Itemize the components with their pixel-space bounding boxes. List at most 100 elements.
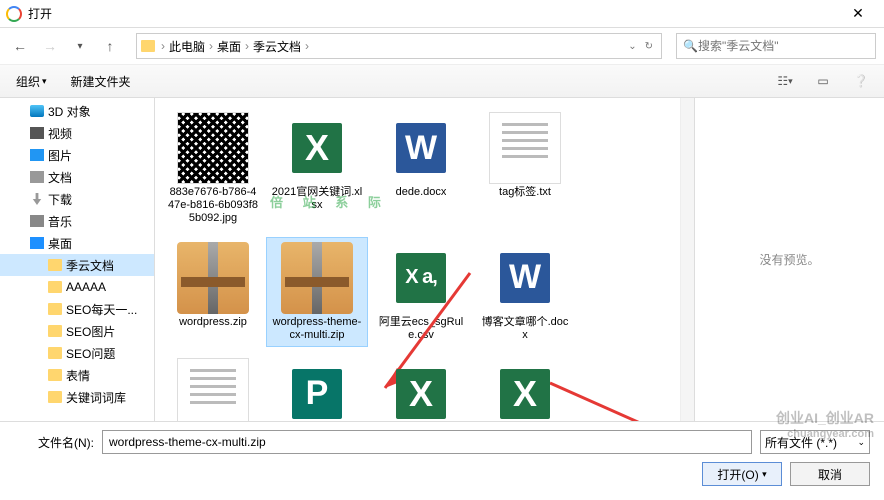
file-thumb [489, 358, 561, 421]
music-icon [30, 215, 44, 227]
sidebar-item[interactable]: 桌面 [0, 232, 154, 254]
sidebar-item-label: 音乐 [48, 213, 72, 230]
sidebar-item[interactable]: 视频 [0, 122, 154, 144]
sidebar-item-label: 季云文档 [66, 257, 114, 274]
sidebar-item[interactable]: 音乐 [0, 210, 154, 232]
file-thumb [281, 358, 353, 421]
file-item[interactable]: 出版物1.png [163, 354, 263, 421]
desktop-icon [30, 237, 44, 249]
file-name: dede.docx [396, 186, 447, 199]
breadcrumb-item[interactable]: 桌面 [215, 38, 243, 55]
view-options-button[interactable]: ☷ ▾ [772, 69, 798, 93]
sidebar-item-label: 图片 [48, 147, 72, 164]
breadcrumb[interactable]: › 此电脑 › 桌面 › 季云文档 › ⌄ ↻ [136, 33, 662, 59]
search-icon: 🔍 [683, 39, 698, 53]
sidebar-item-label: SEO每天一... [66, 301, 137, 318]
forward-button[interactable]: → [38, 34, 62, 58]
sidebar-item[interactable]: 图片 [0, 144, 154, 166]
search-input[interactable] [698, 39, 869, 53]
sidebar-item-label: 视频 [48, 125, 72, 142]
file-item[interactable]: tag标签.txt [475, 108, 575, 230]
scrollbar[interactable] [680, 98, 694, 421]
file-item[interactable]: 阿里云ecs_sgRule.csv [371, 238, 471, 346]
sidebar-item[interactable]: 表情 [0, 364, 154, 386]
sidebar-item-label: 3D 对象 [48, 103, 91, 120]
file-item[interactable]: wordpress.zip [163, 238, 263, 346]
folder-icon [48, 391, 62, 403]
sidebar-item-label: 表情 [66, 367, 90, 384]
sidebar-item[interactable]: 下载 [0, 188, 154, 210]
file-item[interactable]: 2021官网关键词.xlsx [267, 108, 367, 230]
folder-icon [48, 281, 62, 293]
video-icon [30, 127, 44, 139]
preview-pane: 没有预览。 [694, 98, 884, 421]
file-name: wordpress-theme-cx-multi.zip [271, 316, 363, 342]
folder-icon [48, 303, 62, 315]
close-button[interactable]: ✕ [838, 0, 878, 27]
preview-pane-button[interactable]: ▭ [810, 69, 836, 93]
file-list[interactable]: 883e7676-b786-447e-b816-6b093f85b092.jpg… [155, 98, 680, 421]
no-preview-text: 没有预览。 [759, 251, 819, 268]
sidebar-item-label: AAAAA [66, 280, 106, 294]
download-icon [30, 193, 44, 205]
breadcrumb-item[interactable]: 此电脑 [167, 38, 207, 55]
file-thumb [489, 242, 561, 314]
file-name: wordpress.zip [179, 316, 247, 329]
main-area: 3D 对象视频图片文档下载音乐桌面季云文档 AAAAA SEO每天一... SEO图片… [0, 98, 884, 421]
back-button[interactable]: ← [8, 34, 32, 58]
file-thumb [281, 242, 353, 314]
bottom-bar: 文件名(N): 所有文件 (*.*)⌄ 打开(O) ▾ 取消 [0, 421, 884, 500]
up-button[interactable]: ↑ [98, 34, 122, 58]
toolbar: 组织 ▾ 新建文件夹 ☷ ▾ ▭ ❔ [0, 64, 884, 98]
folder-icon [141, 40, 155, 52]
folder-icon [48, 347, 62, 359]
sidebar-item[interactable]: AAAAA [0, 276, 154, 298]
recent-dropdown[interactable]: ▾ [68, 34, 92, 58]
organize-dropdown[interactable]: 组织 ▾ [10, 69, 53, 94]
filename-label: 文件名(N): [14, 434, 94, 451]
doc-icon [30, 171, 44, 183]
sidebar: 3D 对象视频图片文档下载音乐桌面季云文档 AAAAA SEO每天一... SEO图片… [0, 98, 155, 421]
file-thumb [385, 358, 457, 421]
file-thumb [177, 112, 249, 184]
sidebar-item[interactable]: 关键词词库 [0, 386, 154, 408]
file-item[interactable]: wordpress-theme-cx-multi.zip [267, 238, 367, 346]
file-item[interactable] [475, 354, 575, 421]
file-thumb [385, 242, 457, 314]
folder-icon [48, 259, 62, 271]
refresh-icon[interactable]: ↻ [641, 41, 657, 52]
sidebar-item[interactable]: 季云文档 [0, 254, 154, 276]
threed-icon [30, 105, 44, 117]
sidebar-item[interactable]: 3D 对象 [0, 100, 154, 122]
filename-input[interactable] [102, 430, 752, 454]
file-item[interactable]: 博客文章哪个.docx [475, 238, 575, 346]
file-thumb [489, 112, 561, 184]
new-folder-button[interactable]: 新建文件夹 [65, 69, 137, 94]
file-thumb [177, 242, 249, 314]
cancel-button[interactable]: 取消 [790, 462, 870, 486]
help-button[interactable]: ❔ [848, 69, 874, 93]
search-box[interactable]: 🔍 [676, 33, 876, 59]
file-item[interactable]: dede.docx [371, 108, 471, 230]
file-item[interactable] [371, 354, 471, 421]
file-name: 阿里云ecs_sgRule.csv [375, 316, 467, 342]
watermark: 创业AI_创业AR chuangyear.com [776, 408, 874, 440]
open-button[interactable]: 打开(O) ▾ [702, 462, 782, 486]
sidebar-item[interactable]: SEO每天一... [0, 298, 154, 320]
window-title: 打开 [28, 5, 838, 22]
watermark: 倍 站 系 际 [270, 192, 389, 211]
picture-icon [30, 149, 44, 161]
sidebar-item-label: 下载 [48, 191, 72, 208]
file-thumb [177, 358, 249, 421]
sidebar-item[interactable]: SEO图片 [0, 320, 154, 342]
sidebar-item-label: SEO问题 [66, 345, 115, 362]
sidebar-item[interactable]: SEO问题 [0, 342, 154, 364]
breadcrumb-item[interactable]: 季云文档 [251, 38, 303, 55]
file-name: 883e7676-b786-447e-b816-6b093f85b092.jpg [167, 186, 259, 226]
sidebar-item[interactable]: 文档 [0, 166, 154, 188]
file-item[interactable]: 883e7676-b786-447e-b816-6b093f85b092.jpg [163, 108, 263, 230]
chevron-down-icon[interactable]: ⌄ [624, 41, 640, 52]
file-name: tag标签.txt [499, 186, 551, 199]
file-item[interactable]: 出版物1.pub [267, 354, 367, 421]
navbar: ← → ▾ ↑ › 此电脑 › 桌面 › 季云文档 › ⌄ ↻ 🔍 [0, 28, 884, 64]
